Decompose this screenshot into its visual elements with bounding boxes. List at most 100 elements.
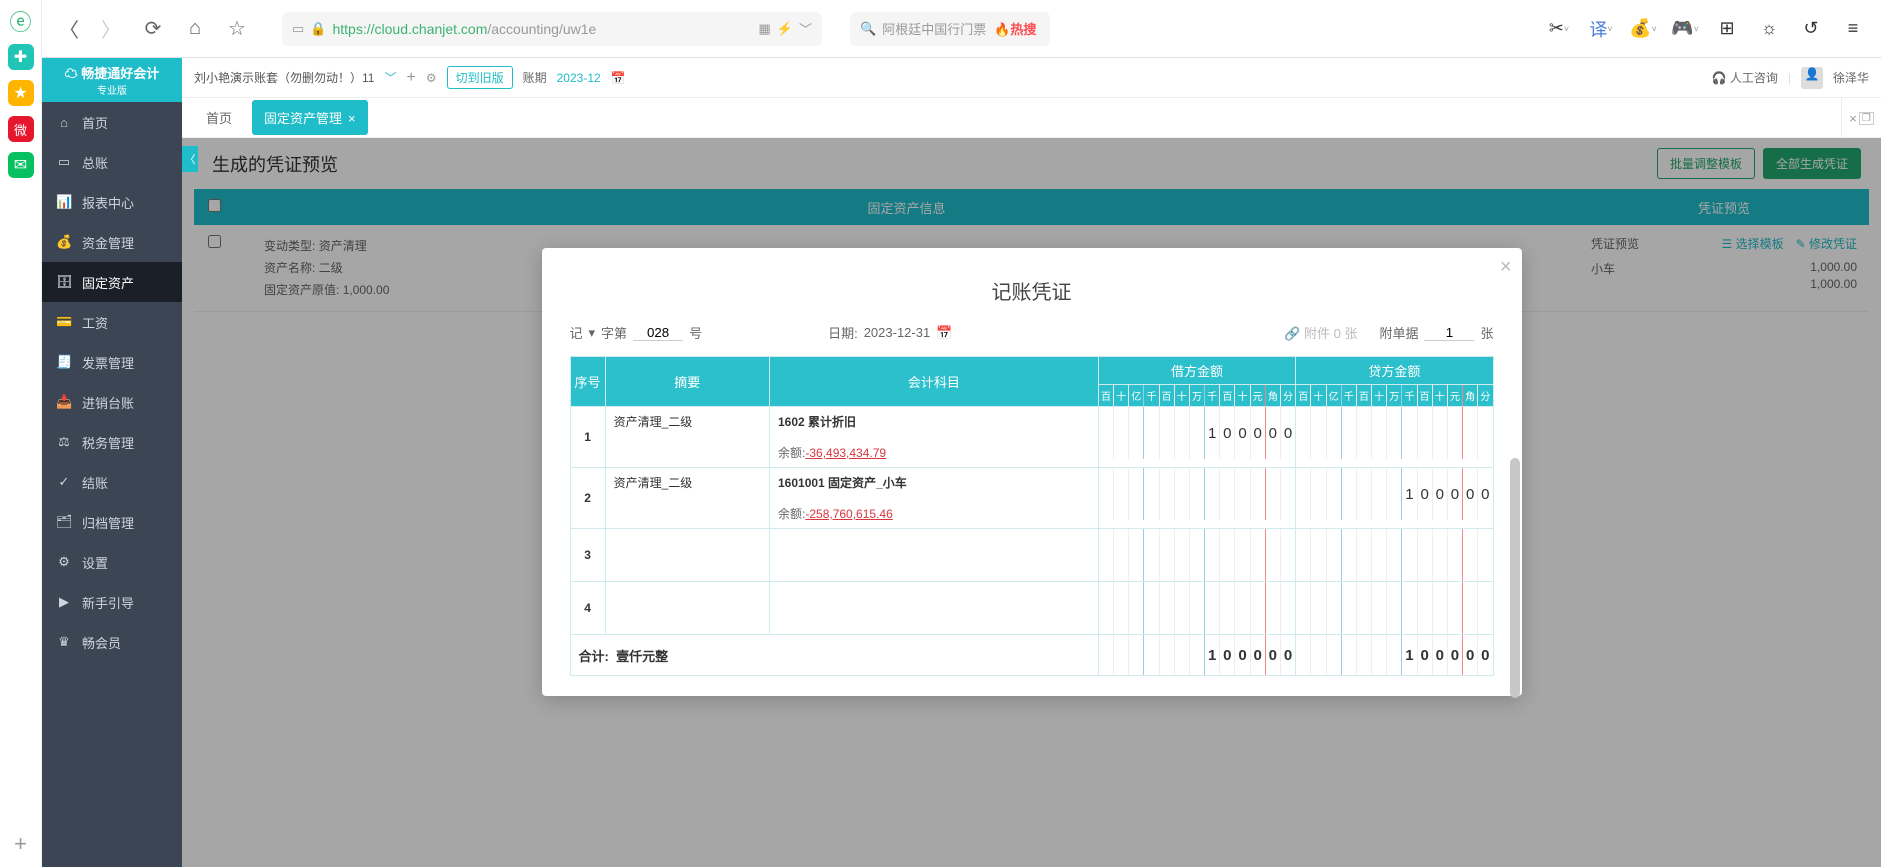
address-bar[interactable]: ▭ 🔒 https://cloud.chanjet.com/accounting…	[282, 12, 822, 46]
browser-toolbar: 〈 〉 ⟳ ⌂ ☆ ▭ 🔒 https://cloud.chanjet.com/…	[0, 0, 1881, 58]
back-button[interactable]: 〈	[52, 12, 86, 46]
app-container: ☁ 畅捷通好会计 专业版 ⌂首页▭总账📊报表中心💰资金管理🗄固定资产💳工资🧾发票…	[42, 58, 1881, 867]
row-account[interactable]: 1602 累计折旧余额:-36,493,434.79	[770, 407, 1099, 468]
search-box[interactable]: 🔍 阿根廷中国行门票 🔥热搜	[850, 12, 1050, 46]
collapse-tabs[interactable]: ×❐	[1841, 98, 1881, 138]
wallet-icon[interactable]: 💰˅	[1625, 12, 1661, 46]
content: 〈 生成的凭证预览 批量调整模板 全部生成凭证 固定资产信息 凭证预览	[182, 138, 1881, 867]
row-summary[interactable]	[605, 582, 769, 635]
row-debit[interactable]	[1098, 582, 1295, 635]
sidebar-item-label: 新手引导	[82, 593, 134, 612]
sidebar-item-5[interactable]: 💳工资	[42, 302, 182, 342]
shield-icon: ▭	[292, 21, 304, 37]
sidebar-item-8[interactable]: ⚖税务管理	[42, 422, 182, 462]
attachment-link[interactable]: 🔗 附件 0 张	[1284, 323, 1357, 342]
tab-home[interactable]: 首页	[194, 100, 244, 135]
game-icon[interactable]: 🎮˅	[1667, 12, 1703, 46]
sidebar-item-label: 首页	[82, 113, 108, 132]
sidebar-item-label: 总账	[82, 153, 108, 172]
avatar[interactable]: 👤	[1801, 67, 1823, 89]
row-debit[interactable]	[1098, 529, 1295, 582]
search-icon: 🔍	[860, 21, 876, 37]
tab-fixed-assets[interactable]: 固定资产管理×	[252, 100, 368, 135]
row-summary[interactable]: 资产清理_二级	[605, 468, 769, 529]
sidebar-item-2[interactable]: 📊报表中心	[42, 182, 182, 222]
sidebar-item-10[interactable]: 🗂归档管理	[42, 502, 182, 542]
support-icon[interactable]: 🎧 人工咨询	[1712, 69, 1778, 86]
row-summary[interactable]	[605, 529, 769, 582]
period-label: 账期	[523, 69, 547, 86]
sidebar-item-label: 税务管理	[82, 433, 134, 452]
brand-logo[interactable]: ☁ 畅捷通好会计 专业版	[42, 58, 182, 102]
menu-icon[interactable]: ≡	[1835, 12, 1871, 46]
attach-count-input[interactable]	[1424, 325, 1474, 341]
row-summary[interactable]: 资产清理_二级	[605, 407, 769, 468]
dock-icon[interactable]: ✉	[8, 152, 34, 178]
voucher-row[interactable]: 3	[570, 529, 1493, 582]
sidebar-item-1[interactable]: ▭总账	[42, 142, 182, 182]
topbar: 刘小艳演示账套（勿删勿动！）11 ﹀ + ⚙ 切到旧版 账期 2023-12 📅…	[182, 58, 1881, 98]
switch-old-button[interactable]: 切到旧版	[447, 66, 513, 89]
sidebar-item-9[interactable]: ✓结账	[42, 462, 182, 502]
dock-icon[interactable]: ⓔ	[8, 8, 34, 34]
translate-icon[interactable]: 译˅	[1583, 12, 1619, 46]
calendar-icon[interactable]: 📅	[611, 71, 626, 85]
apps-icon[interactable]: ⊞	[1709, 12, 1745, 46]
close-icon[interactable]: ×	[348, 111, 356, 126]
sidebar-item-label: 资金管理	[82, 233, 134, 252]
sidebar-item-13[interactable]: ♛畅会员	[42, 622, 182, 662]
bolt-icon[interactable]: ⚡	[777, 21, 793, 37]
voucher-date[interactable]: 2023-12-31	[864, 325, 931, 340]
favorite-button[interactable]: ☆	[220, 12, 254, 46]
collapse-handle[interactable]: 〈	[182, 146, 198, 172]
th-debit: 借方金额	[1098, 357, 1295, 385]
row-debit[interactable]	[1098, 468, 1295, 529]
row-credit[interactable]	[1296, 582, 1493, 635]
scrollbar-thumb[interactable]	[1510, 458, 1520, 698]
sidebar-item-7[interactable]: 📥进销台账	[42, 382, 182, 422]
row-credit[interactable]: 100000	[1296, 468, 1493, 529]
row-account[interactable]	[770, 582, 1099, 635]
row-credit[interactable]	[1296, 407, 1493, 468]
account-name: 刘小艳演示账套（勿删勿动！）11	[194, 69, 374, 86]
row-debit[interactable]: 100000	[1098, 407, 1295, 468]
row-index: 1	[570, 407, 605, 468]
voucher-row[interactable]: 1资产清理_二级1602 累计折旧余额:-36,493,434.79100000	[570, 407, 1493, 468]
modal-title: 记账凭证	[542, 248, 1522, 323]
voucher-number-input[interactable]	[633, 325, 683, 341]
row-account[interactable]: 1601001 固定资产_小车余额:-258,760,615.46	[770, 468, 1099, 529]
reload-button[interactable]: ⟳	[136, 12, 170, 46]
home-button[interactable]: ⌂	[178, 12, 212, 46]
chevron-down-icon[interactable]: ▾	[589, 325, 596, 341]
voucher-row[interactable]: 2资产清理_二级1601001 固定资产_小车余额:-258,760,615.4…	[570, 468, 1493, 529]
chevron-down-icon[interactable]: ﹀	[799, 19, 812, 38]
qr-icon[interactable]: ▦	[759, 21, 771, 37]
scissors-icon[interactable]: ✂˅	[1541, 12, 1577, 46]
add-account-icon[interactable]: +	[406, 69, 415, 87]
dock-icon[interactable]: 微	[8, 116, 34, 142]
sidebar-item-0[interactable]: ⌂首页	[42, 102, 182, 142]
calendar-icon[interactable]: 📅	[936, 325, 952, 341]
dock-icon[interactable]: ★	[8, 80, 34, 106]
history-icon[interactable]: ↺	[1793, 12, 1829, 46]
theme-icon[interactable]: ☼	[1751, 12, 1787, 46]
sidebar-icon: 📊	[56, 194, 72, 210]
sidebar-item-12[interactable]: ▶新手引导	[42, 582, 182, 622]
sidebar-item-4[interactable]: 🗄固定资产	[42, 262, 182, 302]
dock-add[interactable]: +	[8, 831, 34, 857]
period-value[interactable]: 2023-12	[557, 71, 601, 85]
sidebar-item-3[interactable]: 💰资金管理	[42, 222, 182, 262]
voucher-row[interactable]: 4	[570, 582, 1493, 635]
dock-icon[interactable]: ✚	[8, 44, 34, 70]
row-account[interactable]	[770, 529, 1099, 582]
sidebar-item-11[interactable]: ⚙设置	[42, 542, 182, 582]
gear-icon[interactable]: ⚙	[426, 71, 437, 85]
sidebar-icon: ♛	[56, 634, 72, 650]
forward-button[interactable]: 〉	[94, 12, 128, 46]
row-credit[interactable]	[1296, 529, 1493, 582]
sidebar-item-6[interactable]: 🧾发票管理	[42, 342, 182, 382]
sidebar-item-label: 进销台账	[82, 393, 134, 412]
sidebar-item-label: 发票管理	[82, 353, 134, 372]
close-modal-button[interactable]: ×	[1500, 256, 1512, 279]
account-dropdown[interactable]: ﹀	[384, 69, 396, 86]
